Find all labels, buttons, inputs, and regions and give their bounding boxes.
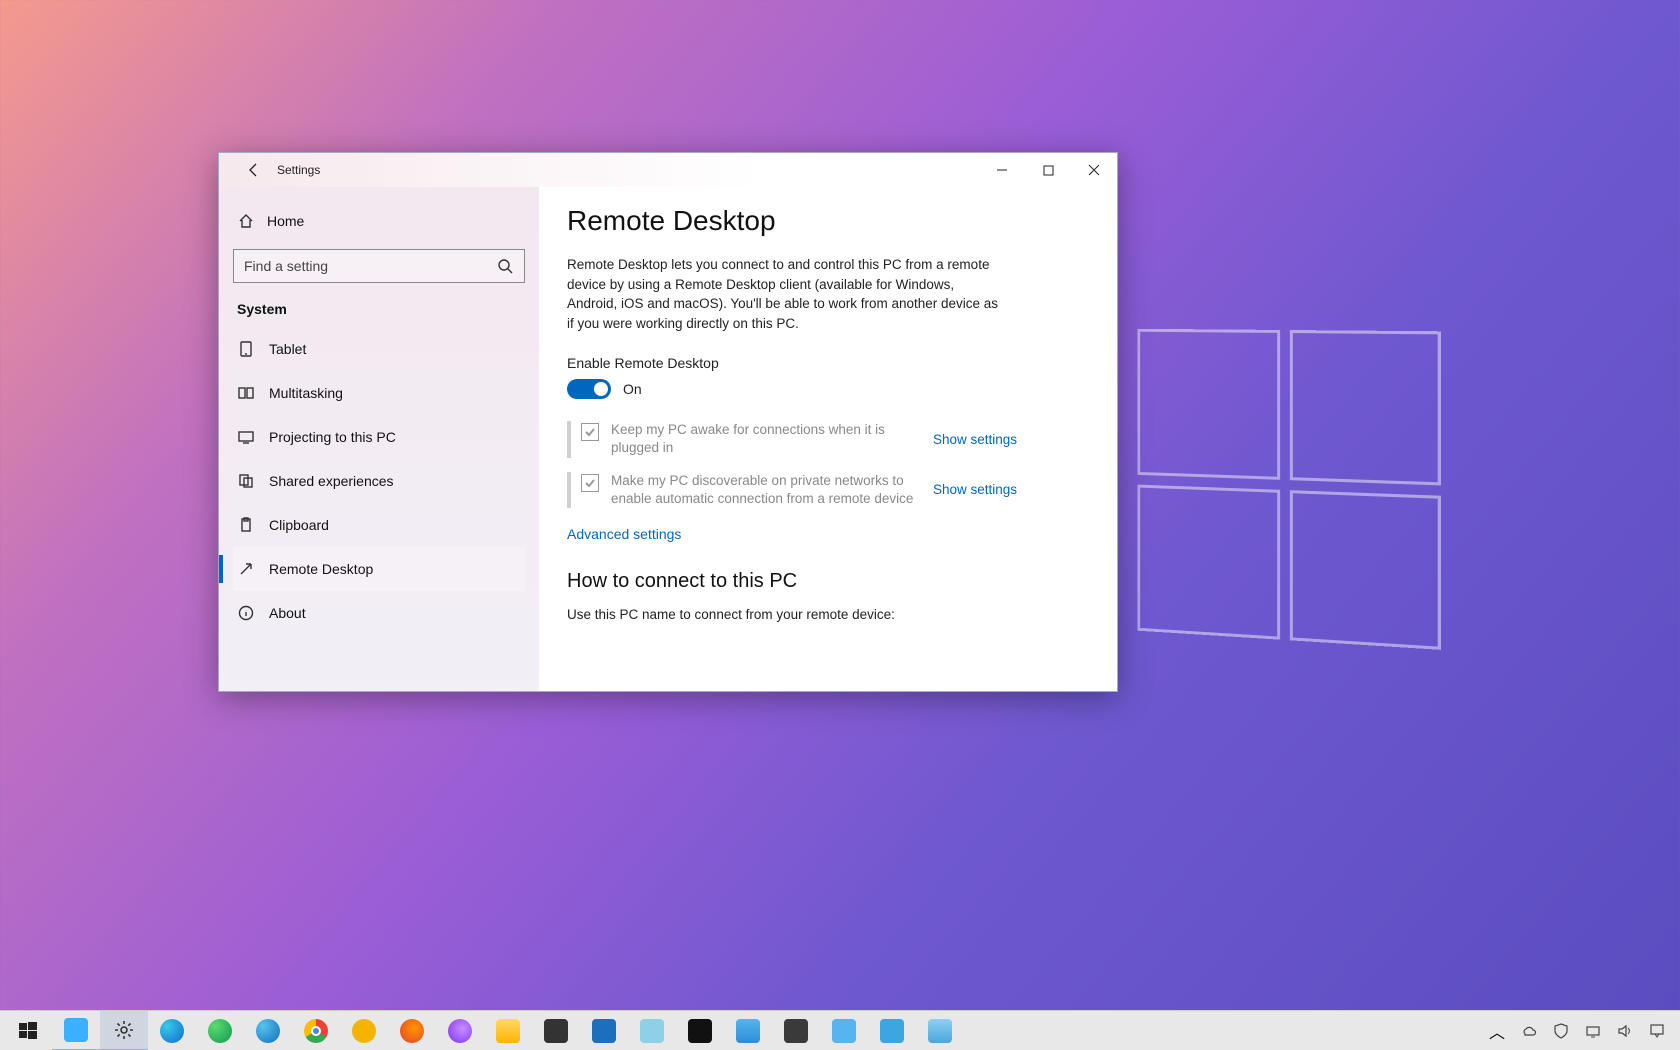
search-box[interactable] <box>233 249 525 283</box>
taskbar-app-firefox[interactable] <box>388 1011 436 1050</box>
taskbar-app-mail[interactable] <box>820 1011 868 1050</box>
home-icon <box>237 212 255 230</box>
tray-network-icon[interactable] <box>1578 1011 1608 1050</box>
tray-overflow[interactable]: ︿ <box>1482 1011 1512 1050</box>
discoverable-text: Make my PC discoverable on private netwo… <box>611 472 921 508</box>
close-button[interactable] <box>1071 153 1117 187</box>
home-nav[interactable]: Home <box>233 201 525 241</box>
page-heading: Remote Desktop <box>567 205 1089 237</box>
taskbar-app-edge[interactable] <box>148 1011 196 1050</box>
action-center-button[interactable] <box>1642 1011 1672 1050</box>
taskbar-app-store[interactable] <box>532 1011 580 1050</box>
taskbar: ︿ <box>0 1010 1680 1050</box>
taskbar-app-file-explorer[interactable] <box>484 1011 532 1050</box>
taskbar-app-paint[interactable] <box>916 1011 964 1050</box>
sidebar-item-tablet[interactable]: Tablet <box>233 327 525 371</box>
windows-logo-watermark <box>1137 329 1440 650</box>
advanced-settings-link[interactable]: Advanced settings <box>567 526 1089 542</box>
about-icon <box>237 604 255 622</box>
how-to-description: Use this PC name to connect from your re… <box>567 607 1089 622</box>
how-to-heading: How to connect to this PC <box>567 570 1089 593</box>
tray-security-icon[interactable] <box>1546 1011 1576 1050</box>
taskbar-app-task-manager[interactable] <box>52 1011 100 1050</box>
tablet-icon <box>237 340 255 358</box>
enable-remote-toggle[interactable] <box>567 379 611 399</box>
option-discoverable: Make my PC discoverable on private netwo… <box>567 472 1017 508</box>
keep-awake-show-settings[interactable]: Show settings <box>933 432 1017 447</box>
chevron-up-icon: ︿ <box>1489 1019 1505 1043</box>
sidebar-item-projecting[interactable]: Projecting to this PC <box>233 415 525 459</box>
taskbar-app-terminal[interactable] <box>772 1011 820 1050</box>
sidebar-item-about[interactable]: About <box>233 591 525 635</box>
toggle-label: Enable Remote Desktop <box>567 355 1089 371</box>
taskbar-app-chrome[interactable] <box>292 1011 340 1050</box>
discoverable-show-settings[interactable]: Show settings <box>933 482 1017 497</box>
taskbar-app-edge-canary[interactable] <box>244 1011 292 1050</box>
toggle-state-text: On <box>623 381 642 397</box>
taskbar-app-cmd[interactable] <box>676 1011 724 1050</box>
search-input[interactable] <box>244 258 496 274</box>
category-heading: System <box>233 301 525 317</box>
sidebar-item-clipboard[interactable]: Clipboard <box>233 503 525 547</box>
tray-volume-icon[interactable] <box>1610 1011 1640 1050</box>
sidebar-item-remote-desktop[interactable]: Remote Desktop <box>233 547 525 591</box>
sidebar-item-multitasking[interactable]: Multitasking <box>233 371 525 415</box>
keep-awake-text: Keep my PC awake for connections when it… <box>611 421 921 457</box>
back-button[interactable] <box>237 153 271 187</box>
multitasking-icon <box>237 384 255 402</box>
taskbar-app-edge-dev[interactable] <box>196 1011 244 1050</box>
titlebar: Settings <box>219 153 1117 187</box>
taskbar-app-chrome-canary[interactable] <box>340 1011 388 1050</box>
clipboard-icon <box>237 516 255 534</box>
shared-icon <box>237 472 255 490</box>
page-description: Remote Desktop lets you connect to and c… <box>567 255 1007 333</box>
taskbar-app-powershell[interactable] <box>580 1011 628 1050</box>
maximize-button[interactable] <box>1025 153 1071 187</box>
tray-onedrive-icon[interactable] <box>1514 1011 1544 1050</box>
projecting-icon <box>237 428 255 446</box>
taskbar-app-photos[interactable] <box>724 1011 772 1050</box>
taskbar-app-settings[interactable] <box>100 1011 148 1050</box>
taskbar-app-firefox-nightly[interactable] <box>436 1011 484 1050</box>
windows-icon <box>16 1019 40 1043</box>
discoverable-checkbox[interactable] <box>581 474 599 492</box>
option-keep-awake: Keep my PC awake for connections when it… <box>567 421 1017 457</box>
remote-icon <box>237 560 255 578</box>
minimize-button[interactable] <box>979 153 1025 187</box>
taskbar-app-rdp[interactable] <box>868 1011 916 1050</box>
gear-icon <box>112 1018 136 1042</box>
settings-window: Settings Home System <box>218 152 1118 692</box>
home-label: Home <box>267 213 304 229</box>
keep-awake-checkbox[interactable] <box>581 423 599 441</box>
taskbar-app-notepad[interactable] <box>628 1011 676 1050</box>
content-pane: Remote Desktop Remote Desktop lets you c… <box>539 187 1117 691</box>
start-button[interactable] <box>4 1011 52 1050</box>
window-title: Settings <box>277 153 320 187</box>
system-tray: ︿ <box>1482 1011 1676 1050</box>
search-icon <box>496 257 514 275</box>
sidebar-item-shared[interactable]: Shared experiences <box>233 459 525 503</box>
sidebar: Home System Tablet Multitasking <box>219 187 539 691</box>
